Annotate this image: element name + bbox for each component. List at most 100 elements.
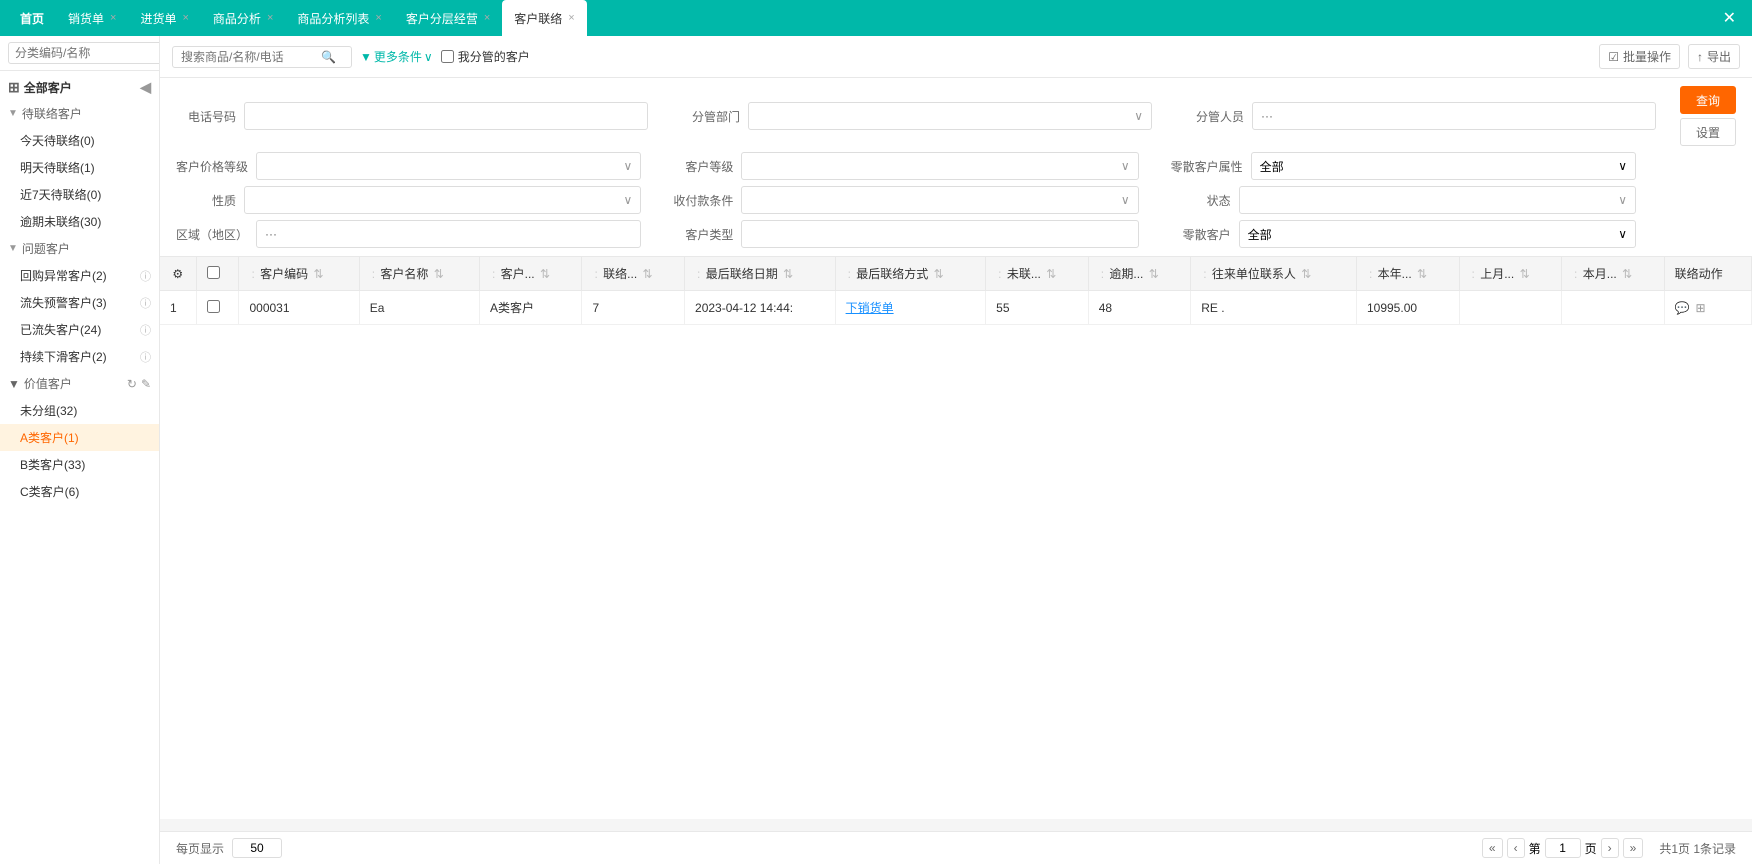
th-contact: : 联络... ⇅ [582, 257, 685, 291]
nav-tab-purchase[interactable]: 进货单 × [128, 0, 200, 36]
query-btn[interactable]: 查询 [1680, 86, 1736, 114]
chevron-down-icon7: ∨ [1618, 193, 1627, 207]
sidebar-all-customers[interactable]: ⊞ 全部客户 ◀ [0, 71, 159, 100]
td-overdue: 48 [1088, 291, 1191, 325]
export-icon: ↑ [1697, 50, 1703, 64]
help-icon-4: ⓘ [140, 349, 151, 365]
dept-select[interactable]: ∨ [748, 102, 1152, 130]
sort-type-icon: ⇅ [540, 267, 550, 281]
sidebar-item-ungroup[interactable]: 未分组(32) [0, 397, 159, 424]
close-customer-contact-icon[interactable]: × [568, 12, 574, 24]
last-page-btn[interactable]: » [1623, 838, 1644, 858]
arrow-down-icon3: ▼ [8, 377, 20, 391]
payment-select[interactable]: ∨ [741, 186, 1138, 214]
adv-filter-panel: 电话号码 分管部门 ∨ 分管人员 ··· [160, 78, 1752, 257]
sidebar-item-overdue[interactable]: 逾期未联络(30) [0, 208, 159, 235]
th-type: : 客户... ⇅ [479, 257, 582, 291]
col-divider-icon: : [251, 267, 254, 281]
status-select[interactable]: ∨ [1239, 186, 1636, 214]
first-page-btn[interactable]: « [1482, 838, 1503, 858]
table-container: ⚙ : 客户编码 ⇅ : 客户名称 ⇅ [160, 257, 1752, 819]
close-customer-tier-icon[interactable]: × [484, 12, 490, 24]
export-btn[interactable]: ↑ 导出 [1688, 44, 1740, 69]
nav-tab-home[interactable]: 首页 [8, 0, 56, 36]
sidebar-item-class-c[interactable]: C类客户(6) [0, 478, 159, 505]
nav-tab-customer-tier[interactable]: 客户分层经营 × [394, 0, 502, 36]
chat-icon[interactable]: 💬 [1675, 301, 1690, 315]
th-action: 联络动作 [1664, 257, 1751, 291]
select-all-checkbox[interactable] [207, 266, 220, 279]
customer-table: ⚙ : 客户编码 ⇅ : 客户名称 ⇅ [160, 257, 1752, 325]
my-customer-checkbox[interactable] [441, 50, 454, 63]
close-goods-list-icon[interactable]: × [375, 12, 381, 24]
sidebar-item-lostwarning[interactable]: 流失预警客户(3) ⓘ [0, 289, 159, 316]
phone-input[interactable] [244, 102, 648, 130]
more-filter-btn[interactable]: ▼ 更多条件 ∨ [360, 48, 433, 65]
prev-page-btn[interactable]: ‹ [1507, 838, 1525, 858]
field-customer-type: 客户类型 [673, 220, 1138, 248]
row-checkbox[interactable] [207, 300, 220, 313]
adv-filter-row-2: 客户价格等级 ∨ 客户等级 ∨ 零散客户属性 [176, 152, 1736, 180]
sidebar-item-lost[interactable]: 已流失客户(24) ⓘ [0, 316, 159, 343]
sidebar-item-today[interactable]: 今天待联络(0) [0, 127, 159, 154]
sidebar-item-tomorrow[interactable]: 明天待联络(1) [0, 154, 159, 181]
chevron-down-icon2: ∨ [624, 159, 633, 173]
th-last-date: : 最后联络日期 ⇅ [685, 257, 836, 291]
filter-search-icon[interactable]: 🔍 [321, 50, 336, 64]
help-icon-2: ⓘ [140, 295, 151, 311]
nav-tab-sales[interactable]: 销货单 × [56, 0, 128, 36]
field-person: 分管人员 ··· [1184, 102, 1656, 130]
nav-tab-goods-list[interactable]: 商品分析列表 × [285, 0, 393, 36]
sidebar-section-pending[interactable]: ▼ 待联络客户 [0, 100, 159, 127]
th-last-month: : 上月... ⇅ [1459, 257, 1562, 291]
sidebar-item-class-a[interactable]: A类客户(1) [0, 424, 159, 451]
arrow-down-icon2: ▼ [8, 243, 18, 254]
gear-icon[interactable]: ⚙ [172, 267, 183, 281]
nav-close-all[interactable]: ✕ [1715, 8, 1744, 28]
th-name: : 客户名称 ⇅ [359, 257, 479, 291]
price-level-select[interactable]: ∨ [256, 152, 641, 180]
field-payment: 收付款条件 ∨ [673, 186, 1138, 214]
grid-action-icon[interactable]: ⊞ [1696, 301, 1706, 315]
page-size-input[interactable] [232, 838, 282, 858]
arrow-down-icon: ▼ [8, 108, 18, 119]
sort-lastmonth-icon: ⇅ [1520, 267, 1530, 281]
sidebar-section-problem[interactable]: ▼ 问题客户 [0, 235, 159, 262]
last-method-link[interactable]: 下销货单 [846, 301, 894, 315]
content-area: 🔍 ▼ 更多条件 ∨ 我分管的客户 ☑ 批量操作 ↑ 导出 [160, 36, 1752, 864]
close-goods-analysis-icon[interactable]: × [267, 12, 273, 24]
nav-tab-customer-contact[interactable]: 客户联络 × [502, 0, 586, 36]
close-purchase-icon[interactable]: × [182, 12, 188, 24]
settings-btn[interactable]: 设置 [1680, 118, 1736, 146]
sidebar: 🔍 ⊞ 全部客户 ◀ ▼ 待联络客户 今天待联络(0) 明天待联络(1) 近7天… [0, 36, 160, 864]
refresh-icon[interactable]: ↻ [127, 377, 137, 391]
page-num-input[interactable] [1545, 838, 1581, 858]
sidebar-item-declining[interactable]: 持续下滑客户(2) ⓘ [0, 343, 159, 370]
field-phone: 电话号码 [176, 102, 648, 130]
close-sales-icon[interactable]: × [110, 12, 116, 24]
nav-tab-goods-analysis[interactable]: 商品分析 × [201, 0, 285, 36]
main-layout: 🔍 ⊞ 全部客户 ◀ ▼ 待联络客户 今天待联络(0) 明天待联络(1) 近7天… [0, 36, 1752, 864]
sidebar-item-7days[interactable]: 近7天待联络(0) [0, 181, 159, 208]
retail-customer-select[interactable]: 全部 ∨ [1239, 220, 1636, 248]
person-dots[interactable]: ··· [1252, 102, 1656, 130]
nature-select[interactable]: ∨ [244, 186, 641, 214]
td-action: 💬 ⊞ [1664, 291, 1751, 325]
sidebar-collapse-icon[interactable]: ◀ [140, 79, 151, 96]
retail-attr-select[interactable]: 全部 ∨ [1251, 152, 1636, 180]
edit-icon[interactable]: ✎ [141, 377, 151, 391]
customer-level-select[interactable]: ∨ [741, 152, 1138, 180]
sort-code-icon: ⇅ [314, 267, 324, 281]
th-overdue: : 逾期... ⇅ [1088, 257, 1191, 291]
filter-search-input[interactable] [181, 50, 321, 64]
sidebar-search-input[interactable] [8, 42, 160, 64]
sidebar-item-repurchase[interactable]: 回购异常客户(2) ⓘ [0, 262, 159, 289]
customer-type-input[interactable] [741, 220, 1138, 248]
th-this-year: : 本年... ⇅ [1356, 257, 1459, 291]
my-customer-checkbox-area: 我分管的客户 [441, 48, 530, 65]
sidebar-item-class-b[interactable]: B类客户(33) [0, 451, 159, 478]
horizontal-scrollbar[interactable] [160, 819, 1752, 831]
next-page-btn[interactable]: › [1601, 838, 1619, 858]
batch-op-btn[interactable]: ☑ 批量操作 [1599, 44, 1680, 69]
region-dots[interactable]: ··· [256, 220, 641, 248]
